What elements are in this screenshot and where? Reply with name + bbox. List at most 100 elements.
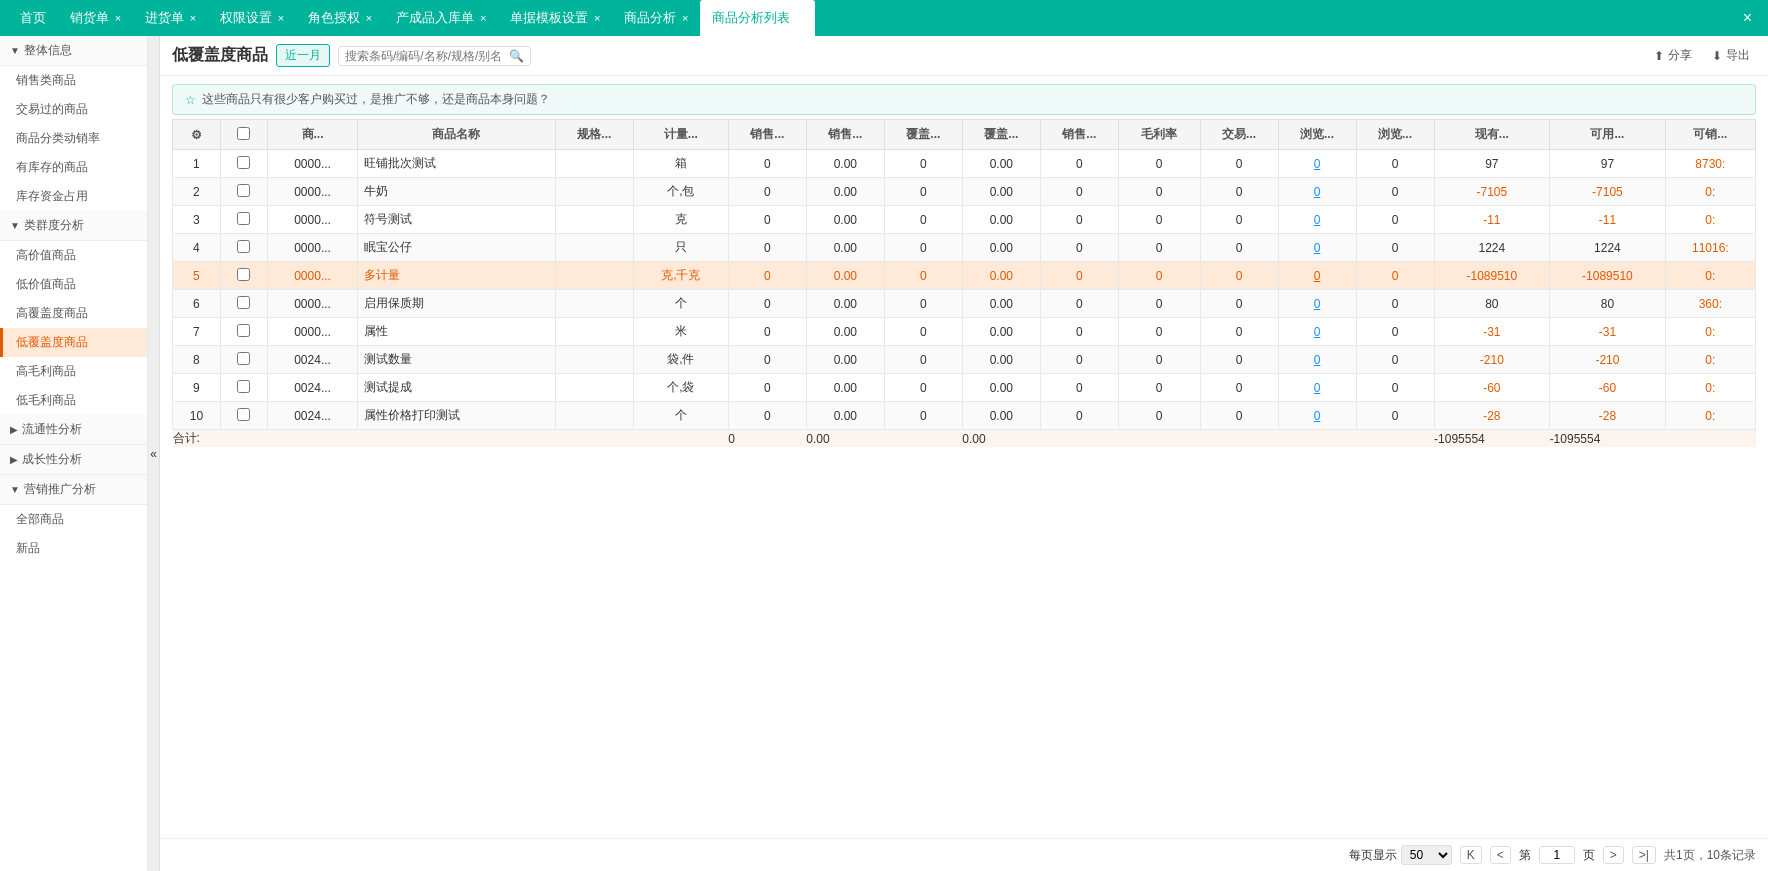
table-container[interactable]: ⚙ 商... 商品名称 规格... 计量... 销售... 销售... 覆盖..… <box>160 119 1768 838</box>
sidebar-item-traded-products[interactable]: 交易过的商品 <box>0 95 147 124</box>
cell-browse1[interactable]: 0 <box>1278 374 1356 402</box>
cell-browse1[interactable]: 0 <box>1278 150 1356 178</box>
filter-recent-month-button[interactable]: 近一月 <box>276 44 330 67</box>
row-checkbox[interactable] <box>237 408 250 421</box>
sidebar-item-new-products[interactable]: 新品 <box>0 534 147 563</box>
nav-close-warehouse[interactable]: × <box>480 12 486 24</box>
cell-checkbox[interactable] <box>220 374 267 402</box>
export-button[interactable]: ⬇ 导出 <box>1706 44 1756 67</box>
cell-name: 多计量 <box>358 262 556 290</box>
cell-browse1[interactable]: 0 <box>1278 262 1356 290</box>
search-box: 🔍 <box>338 46 531 66</box>
cell-name: 测试数量 <box>358 346 556 374</box>
sidebar-section-growth[interactable]: ▶ 成长性分析 <box>0 445 147 475</box>
th-browse2: 浏览... <box>1356 120 1434 150</box>
cell-num: 5 <box>173 262 221 290</box>
sum-stock-sale <box>1665 430 1755 448</box>
sidebar-item-high-gross[interactable]: 高毛利商品 <box>0 357 147 386</box>
sidebar-item-low-coverage[interactable]: 低覆盖度商品 <box>0 328 147 357</box>
cell-browse1[interactable]: 0 <box>1278 290 1356 318</box>
cell-checkbox[interactable] <box>220 178 267 206</box>
row-checkbox[interactable] <box>237 156 250 169</box>
sidebar-section-cluster[interactable]: ▼ 类群度分析 <box>0 211 147 241</box>
cell-code: 0000... <box>267 290 357 318</box>
section-arrow-circulation: ▶ <box>10 424 18 435</box>
cell-browse1[interactable]: 0 <box>1278 234 1356 262</box>
last-page-button[interactable]: >| <box>1632 846 1656 864</box>
nav-template[interactable]: 单据模板设置 × <box>498 0 612 36</box>
row-checkbox[interactable] <box>237 240 250 253</box>
row-checkbox[interactable] <box>237 268 250 281</box>
per-page-dropdown[interactable]: 50 20 100 200 <box>1401 845 1452 865</box>
cell-checkbox[interactable] <box>220 262 267 290</box>
sidebar-section-circulation[interactable]: ▶ 流通性分析 <box>0 415 147 445</box>
share-button[interactable]: ⬆ 分享 <box>1648 44 1698 67</box>
sidebar-item-sales-products[interactable]: 销售类商品 <box>0 66 147 95</box>
sidebar-item-capital-usage[interactable]: 库存资金占用 <box>0 182 147 211</box>
cell-cover1: 0 <box>884 318 962 346</box>
cell-browse2: 0 <box>1356 262 1434 290</box>
select-all-checkbox[interactable] <box>237 127 250 140</box>
sidebar-item-low-value[interactable]: 低价值商品 <box>0 270 147 299</box>
nav-sales[interactable]: 销货单 × <box>58 0 133 36</box>
nav-home[interactable]: 首页 <box>8 0 58 36</box>
sidebar-item-high-value[interactable]: 高价值商品 <box>0 241 147 270</box>
th-settings[interactable]: ⚙ <box>173 120 221 150</box>
cell-checkbox[interactable] <box>220 402 267 430</box>
cell-browse1[interactable]: 0 <box>1278 346 1356 374</box>
cell-checkbox[interactable] <box>220 150 267 178</box>
row-checkbox[interactable] <box>237 184 250 197</box>
sidebar-collapse-button[interactable]: « <box>148 36 160 871</box>
nav-permissions[interactable]: 权限设置 × <box>208 0 296 36</box>
page-input[interactable] <box>1539 846 1575 864</box>
cell-browse1[interactable]: 0 <box>1278 206 1356 234</box>
cell-checkbox[interactable] <box>220 318 267 346</box>
cell-sales-amt: 0.00 <box>806 178 884 206</box>
sidebar-item-low-gross[interactable]: 低毛利商品 <box>0 386 147 415</box>
window-close-button[interactable]: × <box>1735 9 1760 27</box>
cell-spec <box>555 402 633 430</box>
row-checkbox[interactable] <box>237 324 250 337</box>
nav-analysis-list[interactable]: 商品分析列表 × <box>700 0 814 36</box>
th-unit: 计量... <box>633 120 728 150</box>
sidebar-item-high-coverage[interactable]: 高覆盖度商品 <box>0 299 147 328</box>
search-icon[interactable]: 🔍 <box>509 49 524 63</box>
row-checkbox[interactable] <box>237 352 250 365</box>
cell-checkbox[interactable] <box>220 290 267 318</box>
first-page-button[interactable]: K <box>1460 846 1482 864</box>
sidebar-item-category-rate[interactable]: 商品分类动销率 <box>0 124 147 153</box>
nav-close-purchase[interactable]: × <box>190 12 196 24</box>
cell-browse1[interactable]: 0 <box>1278 318 1356 346</box>
cell-code: 0000... <box>267 150 357 178</box>
nav-close-roles[interactable]: × <box>366 12 372 24</box>
search-input[interactable] <box>345 49 505 63</box>
cell-checkbox[interactable] <box>220 346 267 374</box>
cell-browse1[interactable]: 0 <box>1278 402 1356 430</box>
cell-trade: 0 <box>1200 290 1278 318</box>
nav-close-template[interactable]: × <box>594 12 600 24</box>
cell-checkbox[interactable] <box>220 234 267 262</box>
nav-purchase[interactable]: 进货单 × <box>133 0 208 36</box>
nav-roles[interactable]: 角色授权 × <box>296 0 384 36</box>
row-checkbox[interactable] <box>237 212 250 225</box>
cell-browse1[interactable]: 0 <box>1278 178 1356 206</box>
cell-stock-avail: -11 <box>1550 206 1666 234</box>
nav-close-analysis-list[interactable]: × <box>796 12 802 24</box>
nav-warehouse[interactable]: 产成品入库单 × <box>384 0 498 36</box>
th-checkbox[interactable] <box>220 120 267 150</box>
sidebar-item-stocked-products[interactable]: 有库存的商品 <box>0 153 147 182</box>
sidebar-section-overall[interactable]: ▼ 整体信息 <box>0 36 147 66</box>
nav-close-analysis[interactable]: × <box>682 12 688 24</box>
prev-page-button[interactable]: < <box>1490 846 1511 864</box>
cell-checkbox[interactable] <box>220 206 267 234</box>
cell-code: 0024... <box>267 402 357 430</box>
sidebar-item-all-products[interactable]: 全部商品 <box>0 505 147 534</box>
nav-close-sales[interactable]: × <box>115 12 121 24</box>
cell-browse2: 0 <box>1356 234 1434 262</box>
nav-close-permissions[interactable]: × <box>278 12 284 24</box>
nav-analysis[interactable]: 商品分析 × <box>612 0 700 36</box>
sidebar-section-marketing[interactable]: ▼ 营销推广分析 <box>0 475 147 505</box>
next-page-button[interactable]: > <box>1603 846 1624 864</box>
row-checkbox[interactable] <box>237 380 250 393</box>
row-checkbox[interactable] <box>237 296 250 309</box>
